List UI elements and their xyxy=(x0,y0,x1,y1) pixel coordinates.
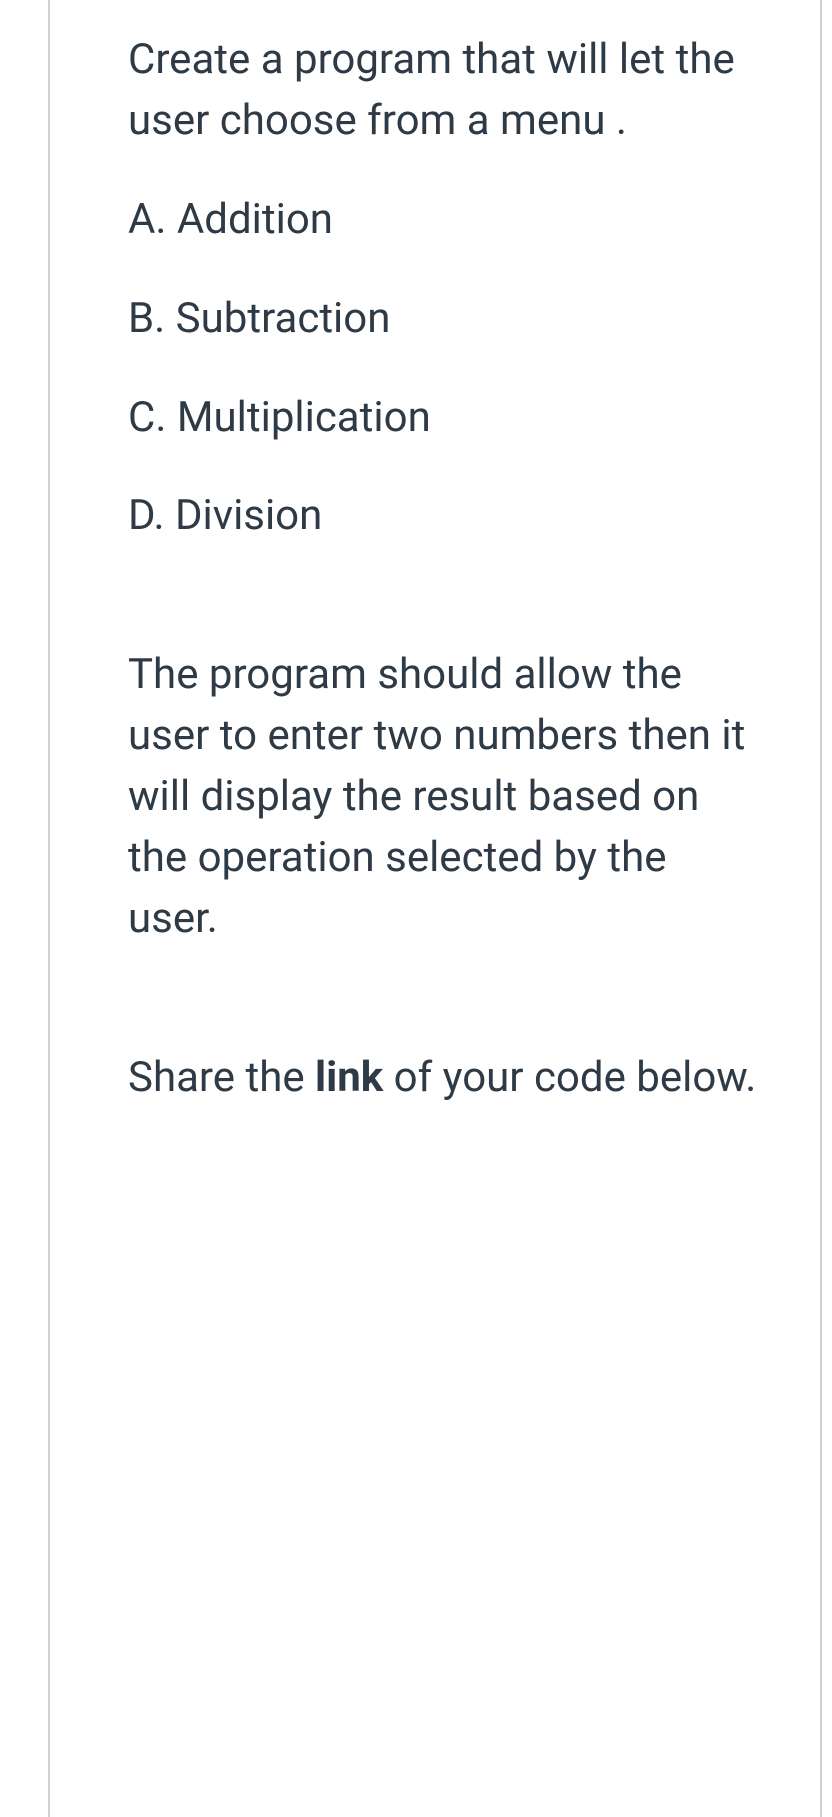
share-suffix: of your code below. xyxy=(383,1053,756,1102)
intro-paragraph: Create a program that will let the user … xyxy=(128,30,760,152)
share-prefix: Share the xyxy=(128,1053,315,1102)
spacer xyxy=(128,585,760,645)
option-d: D. Division xyxy=(128,486,760,547)
document-content: Create a program that will let the user … xyxy=(50,0,820,1139)
option-c: C. Multiplication xyxy=(128,388,760,449)
description-paragraph: The program should allow the user to ent… xyxy=(128,645,760,949)
share-paragraph: Share the link of your code below. xyxy=(128,1048,760,1109)
option-b: B. Subtraction xyxy=(128,289,760,350)
option-a: A. Addition xyxy=(128,190,760,251)
share-link-word: link xyxy=(315,1053,383,1102)
spacer xyxy=(128,988,760,1048)
document-container: Create a program that will let the user … xyxy=(48,0,822,1817)
